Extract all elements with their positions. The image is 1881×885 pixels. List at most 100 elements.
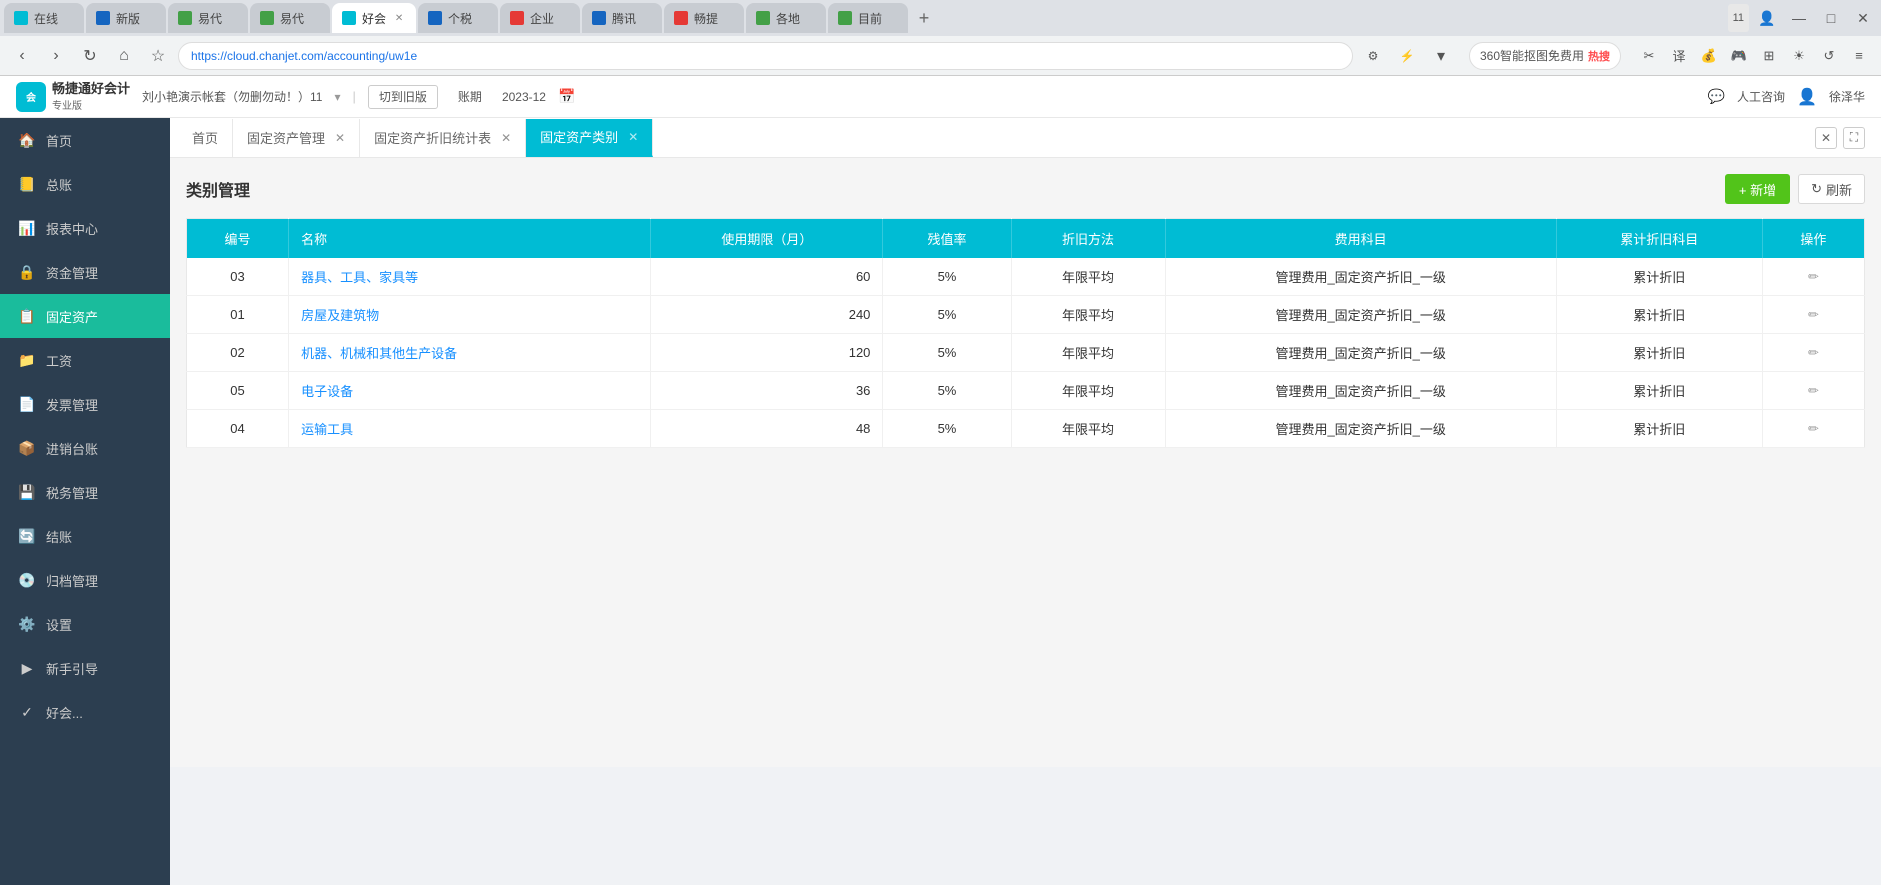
reload-button[interactable]: ↻ xyxy=(76,42,104,70)
switch-version-button[interactable]: 切到旧版 xyxy=(368,85,438,109)
sidebar-item-ledger[interactable]: 📒 总账 xyxy=(0,162,170,206)
sidebar-item-invoice[interactable]: 📄 发票管理 xyxy=(0,382,170,426)
sidebar-item-label: 归档管理 xyxy=(46,571,98,590)
consult-icon: 💬 xyxy=(1708,88,1725,105)
page-tab-close-icon[interactable]: ✕ xyxy=(628,130,638,144)
cell-name[interactable]: 机器、机械和其他生产设备 xyxy=(289,334,651,372)
browser-tab-haohui[interactable]: 好会 ✕ xyxy=(332,3,416,33)
browser-tab-changti[interactable]: 畅提 xyxy=(664,3,744,33)
tab-count-badge[interactable]: 11 xyxy=(1728,4,1749,32)
menu-icon[interactable]: ≡ xyxy=(1845,42,1873,70)
grid-icon[interactable]: ⊞ xyxy=(1755,42,1783,70)
page-tab-fixed-assets-mgmt[interactable]: 固定资产管理 ✕ xyxy=(233,119,360,157)
tab-close-icon[interactable]: ✕ xyxy=(392,11,406,25)
minimize-button[interactable]: — xyxy=(1785,4,1813,32)
edit-icon[interactable]: ✏ xyxy=(1808,421,1819,436)
cell-name[interactable]: 房屋及建筑物 xyxy=(289,296,651,334)
cell-rate: 5% xyxy=(883,296,1011,334)
user-icon[interactable]: 👤 xyxy=(1753,4,1781,32)
tab-favicon xyxy=(14,11,28,25)
translate-icon[interactable]: 译 xyxy=(1665,42,1693,70)
tab-favicon xyxy=(592,11,606,25)
sidebar-item-home[interactable]: 🏠 首页 xyxy=(0,118,170,162)
tab-actions: 11 👤 — □ ✕ xyxy=(1728,4,1877,32)
cell-period: 36 xyxy=(651,372,883,410)
browser-tab-yidai1[interactable]: 易代 xyxy=(168,3,248,33)
scissors-icon[interactable]: ✂ xyxy=(1635,42,1663,70)
search-area[interactable]: 360智能抠图免费用 热搜 xyxy=(1469,42,1621,70)
maximize-button[interactable]: □ xyxy=(1817,4,1845,32)
sidebar-item-funds[interactable]: 🔒 资金管理 xyxy=(0,250,170,294)
page-tab-asset-categories[interactable]: 固定资产类别 ✕ xyxy=(526,119,653,157)
inventory-icon: 📦 xyxy=(18,439,36,457)
edit-icon[interactable]: ✏ xyxy=(1808,269,1819,284)
tab-favicon xyxy=(510,11,524,25)
home-button[interactable]: ⌂ xyxy=(110,42,138,70)
page-tab-close-icon[interactable]: ✕ xyxy=(501,131,511,145)
sidebar-item-checkout[interactable]: 🔄 结账 xyxy=(0,514,170,558)
sidebar-item-label: 报表中心 xyxy=(46,219,98,238)
undo-icon[interactable]: ↺ xyxy=(1815,42,1843,70)
sidebar-item-help[interactable]: ✓ 好会... xyxy=(0,690,170,734)
cell-name[interactable]: 器具、工具、家具等 xyxy=(289,258,651,296)
cell-expense: 管理费用_固定资产折旧_一级 xyxy=(1165,410,1556,448)
browser-tab-yidai2[interactable]: 易代 xyxy=(250,3,330,33)
back-button[interactable]: ‹ xyxy=(8,42,36,70)
add-button[interactable]: + 新增 xyxy=(1725,174,1790,204)
site-settings-icon[interactable]: ⚙ xyxy=(1359,42,1387,70)
sidebar-item-tax[interactable]: 💾 税务管理 xyxy=(0,470,170,514)
page-tab-actions: ✕ ⛶ xyxy=(1815,127,1873,149)
cell-accum: 累计折旧 xyxy=(1556,296,1762,334)
cast-icon[interactable]: ⚡ xyxy=(1393,42,1421,70)
browser-tab-qiye[interactable]: 企业 xyxy=(500,3,580,33)
address-input[interactable] xyxy=(178,42,1353,70)
edit-icon[interactable]: ✏ xyxy=(1808,307,1819,322)
browser-tab-online[interactable]: 在线 xyxy=(4,3,84,33)
cell-expense: 管理费用_固定资产折旧_一级 xyxy=(1165,334,1556,372)
sidebar-item-label: 总账 xyxy=(46,175,72,194)
maximize-tab-button[interactable]: ⛶ xyxy=(1843,127,1865,149)
new-tab-button[interactable]: + xyxy=(910,4,938,32)
tab-favicon xyxy=(674,11,688,25)
browser-tab-tengxun[interactable]: 腾讯 xyxy=(582,3,662,33)
user-dropdown-icon[interactable]: ▾ xyxy=(334,90,340,104)
sidebar-item-report[interactable]: 📊 报表中心 xyxy=(0,206,170,250)
calendar-icon[interactable]: 📅 xyxy=(558,88,575,105)
consult-label[interactable]: 人工咨询 xyxy=(1737,88,1785,105)
brightness-icon[interactable]: ☀ xyxy=(1785,42,1813,70)
title-actions: + 新增 ↻ 刷新 xyxy=(1725,174,1865,204)
page-tab-label: 固定资产管理 xyxy=(247,128,325,147)
settings-icon: ⚙️ xyxy=(18,615,36,633)
page-tab-depreciation-stats[interactable]: 固定资产折旧统计表 ✕ xyxy=(360,119,526,157)
page-tab-close-icon[interactable]: ✕ xyxy=(335,131,345,145)
edit-icon[interactable]: ✏ xyxy=(1808,383,1819,398)
browser-tab-geshui[interactable]: 个税 xyxy=(418,3,498,33)
sidebar-item-guide[interactable]: ▶ 新手引导 xyxy=(0,646,170,690)
sidebar-item-salary[interactable]: 📁 工资 xyxy=(0,338,170,382)
refresh-button[interactable]: ↻ 刷新 xyxy=(1798,174,1865,204)
browser-tab-new[interactable]: 新版 xyxy=(86,3,166,33)
close-tab-button[interactable]: ✕ xyxy=(1815,127,1837,149)
close-window-button[interactable]: ✕ xyxy=(1849,4,1877,32)
browser-tab-muqian[interactable]: 目前 xyxy=(828,3,908,33)
sidebar-item-inventory[interactable]: 📦 进销台账 xyxy=(0,426,170,470)
dropdown-icon[interactable]: ▾ xyxy=(1427,42,1455,70)
cell-name[interactable]: 运输工具 xyxy=(289,410,651,448)
browser-tab-gedi[interactable]: 各地 xyxy=(746,3,826,33)
wallet-icon[interactable]: 💰 xyxy=(1695,42,1723,70)
forward-button[interactable]: › xyxy=(42,42,70,70)
bookmark-button[interactable]: ☆ xyxy=(144,42,172,70)
tab-favicon xyxy=(96,11,110,25)
search-text: 360智能抠图免费用 xyxy=(1480,47,1584,64)
cell-name[interactable]: 电子设备 xyxy=(289,372,651,410)
game-icon[interactable]: 🎮 xyxy=(1725,42,1753,70)
tab-label: 各地 xyxy=(776,10,800,27)
sidebar-item-settings[interactable]: ⚙️ 设置 xyxy=(0,602,170,646)
archive-icon: 💿 xyxy=(18,571,36,589)
sidebar-item-archive[interactable]: 💿 归档管理 xyxy=(0,558,170,602)
separator: | xyxy=(353,89,356,104)
edit-icon[interactable]: ✏ xyxy=(1808,345,1819,360)
tab-label: 在线 xyxy=(34,10,58,27)
page-tab-home[interactable]: 首页 xyxy=(178,119,233,157)
sidebar-item-fixed-assets[interactable]: 📋 固定资产 xyxy=(0,294,170,338)
